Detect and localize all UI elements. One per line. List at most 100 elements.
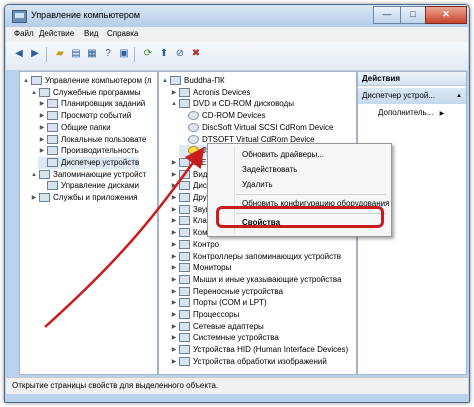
menu-update-drivers-label: Обновить драйверы... — [242, 150, 324, 159]
expand-icon[interactable]: ▶ — [170, 356, 178, 368]
expand-icon[interactable]: ▶ — [170, 297, 178, 309]
properties-icon[interactable]: ▦ — [85, 47, 99, 61]
device-node-icon — [179, 239, 190, 249]
device-item[interactable]: CD-ROM Devices — [179, 110, 266, 122]
device-item[interactable]: ▶ Устройства HID (Human Interface Devices… — [170, 344, 348, 356]
device-item[interactable]: DiscSoft Virtual SCSI CdRom Device — [179, 122, 333, 134]
menu-view[interactable]: Вид — [84, 29, 98, 38]
device-node-icon — [179, 99, 190, 109]
actions-section-device-manager[interactable]: Диспетчер устрой... ▲ — [358, 88, 466, 104]
expand-icon[interactable]: ▶ — [38, 110, 46, 122]
device-item[interactable]: ▲ DVD и CD-ROM дисководы — [170, 98, 294, 110]
device-item[interactable]: ▶ Переносные устройства — [170, 286, 283, 298]
back-icon[interactable]: ◀ — [12, 47, 26, 61]
nav-item[interactable]: Диспетчер устройств — [38, 156, 140, 169]
device-node-icon — [179, 286, 190, 296]
nav-item[interactable]: ▶ Просмотр событий — [38, 110, 131, 122]
expand-icon[interactable]: ▶ — [170, 286, 178, 298]
expand-icon[interactable]: ▶ — [170, 262, 178, 274]
expand-icon[interactable]: ▶ — [170, 227, 178, 239]
device-item[interactable]: ▶ Порты (COM и LPT) — [170, 297, 267, 309]
nav-item[interactable]: ▶ Общие папки — [38, 122, 111, 134]
expand-icon[interactable]: ▶ — [170, 344, 178, 356]
expand-icon[interactable]: ▶ — [170, 309, 178, 321]
expand-icon[interactable]: ▶ — [38, 122, 46, 134]
expand-icon[interactable]: ▲ — [170, 98, 178, 110]
device-item-label: Контроллеры запоминающих устройств — [193, 251, 341, 261]
expand-icon[interactable]: ▶ — [38, 145, 46, 157]
expand-icon[interactable]: ▶ — [170, 157, 178, 169]
device-item[interactable]: ▶ Мыши и иные указывающие устройства — [170, 274, 342, 286]
nav-item[interactable]: ▶ Службы и приложения — [30, 192, 138, 204]
expand-icon[interactable]: ▶ — [170, 321, 178, 333]
device-node-icon — [179, 321, 190, 331]
expand-icon[interactable]: ▶ — [170, 215, 178, 227]
nav-node-icon — [47, 181, 58, 191]
title-bar[interactable]: Управление компьютером — □ ✕ — [5, 5, 469, 27]
nav-item-label: Общие папки — [61, 122, 111, 132]
up-folder-icon[interactable]: ▰ — [53, 47, 67, 61]
device-item[interactable]: ▶ Процессоры — [170, 309, 239, 321]
nav-item[interactable]: ▶ Локальные пользовате — [38, 134, 146, 146]
device-item[interactable]: ▶ Мониторы — [170, 262, 231, 274]
scan-hardware-icon[interactable]: ⟳ — [141, 47, 155, 61]
navigation-tree-pane: ▲ Управление компьютером (л ▲ Служебные про… — [19, 71, 158, 375]
expand-icon[interactable]: ▶ — [170, 180, 178, 192]
disable-device-icon[interactable]: ⊘ — [173, 47, 187, 61]
menu-enable[interactable]: Задействовать — [208, 163, 391, 177]
menu-action[interactable]: Действие — [39, 29, 74, 38]
expand-icon[interactable]: ▶ — [170, 204, 178, 216]
nav-item[interactable]: Управление дисками — [38, 180, 139, 192]
update-driver-icon[interactable]: ⬆ — [157, 47, 171, 61]
expand-icon[interactable]: ▲ — [30, 87, 38, 99]
expand-icon[interactable]: ▲ — [30, 169, 38, 181]
device-item[interactable]: ▲ Buddha-ПК — [161, 75, 225, 87]
uninstall-device-icon[interactable]: ✖ — [189, 47, 203, 61]
nav-item-label: Планировщик заданий — [61, 99, 146, 109]
nav-item[interactable]: ▶ Планировщик заданий — [38, 98, 145, 110]
menu-uninstall[interactable]: Удалить — [208, 178, 391, 192]
nav-item[interactable]: ▲ Управление компьютером (л — [22, 75, 152, 87]
expand-icon[interactable]: ▶ — [170, 251, 178, 263]
device-item[interactable]: ▶ Сетевые адаптеры — [170, 321, 264, 333]
expand-icon[interactable]: ▶ — [170, 192, 178, 204]
expand-icon[interactable]: ▶ — [170, 332, 178, 344]
close-button[interactable]: ✕ — [425, 6, 467, 24]
device-node-icon — [179, 251, 190, 261]
nav-item-label: Запоминающие устройст — [53, 169, 147, 179]
minimize-button[interactable]: — — [373, 6, 401, 24]
menu-help[interactable]: Справка — [107, 29, 138, 38]
nav-node-icon — [47, 122, 58, 132]
expand-icon[interactable]: ▶ — [30, 192, 38, 204]
menu-file[interactable]: Файл — [14, 29, 34, 38]
device-item[interactable]: ▶ Acronis Devices — [170, 87, 250, 99]
show-hide-tree-icon[interactable]: ▤ — [69, 47, 83, 61]
help-icon[interactable]: ? — [101, 47, 115, 61]
nav-item[interactable]: ▲ Служебные программы — [30, 87, 140, 99]
expand-icon[interactable]: ▶ — [38, 98, 46, 110]
device-node-icon — [170, 76, 181, 85]
expand-icon[interactable]: ▶ — [170, 169, 178, 181]
expand-icon[interactable]: ▶ — [170, 239, 178, 251]
expand-icon[interactable]: ▲ — [22, 75, 30, 87]
menu-update-drivers[interactable]: Обновить драйверы... — [208, 148, 391, 162]
device-node-icon — [179, 204, 190, 214]
device-item[interactable]: ▶ Системные устройства — [170, 332, 279, 344]
expand-icon[interactable]: ▲ — [161, 75, 169, 87]
device-item[interactable]: ▶ Контро — [170, 239, 219, 251]
forward-icon[interactable]: ▶ — [28, 47, 42, 61]
device-item-label: Мониторы — [193, 263, 232, 273]
actions-section-label: Диспетчер устрой... — [362, 91, 435, 100]
expand-icon[interactable]: ▶ — [38, 134, 46, 146]
device-node-icon — [188, 146, 199, 156]
nav-item[interactable]: ▶ Производительность — [38, 145, 139, 157]
nav-item[interactable]: ▲ Запоминающие устройст — [30, 169, 146, 181]
view-icon[interactable]: ▣ — [117, 47, 131, 61]
expand-icon[interactable]: ▶ — [170, 274, 178, 286]
device-item[interactable]: ▶ Контроллеры запоминающих устройств — [170, 251, 341, 263]
expand-icon[interactable]: ▶ — [170, 87, 178, 99]
device-item[interactable]: ▶ Устройства обработки изображений — [170, 356, 327, 368]
actions-more-item[interactable]: Дополнитель... ▶ — [378, 108, 444, 117]
maximize-button[interactable]: □ — [400, 6, 426, 24]
device-node-icon — [179, 345, 190, 355]
